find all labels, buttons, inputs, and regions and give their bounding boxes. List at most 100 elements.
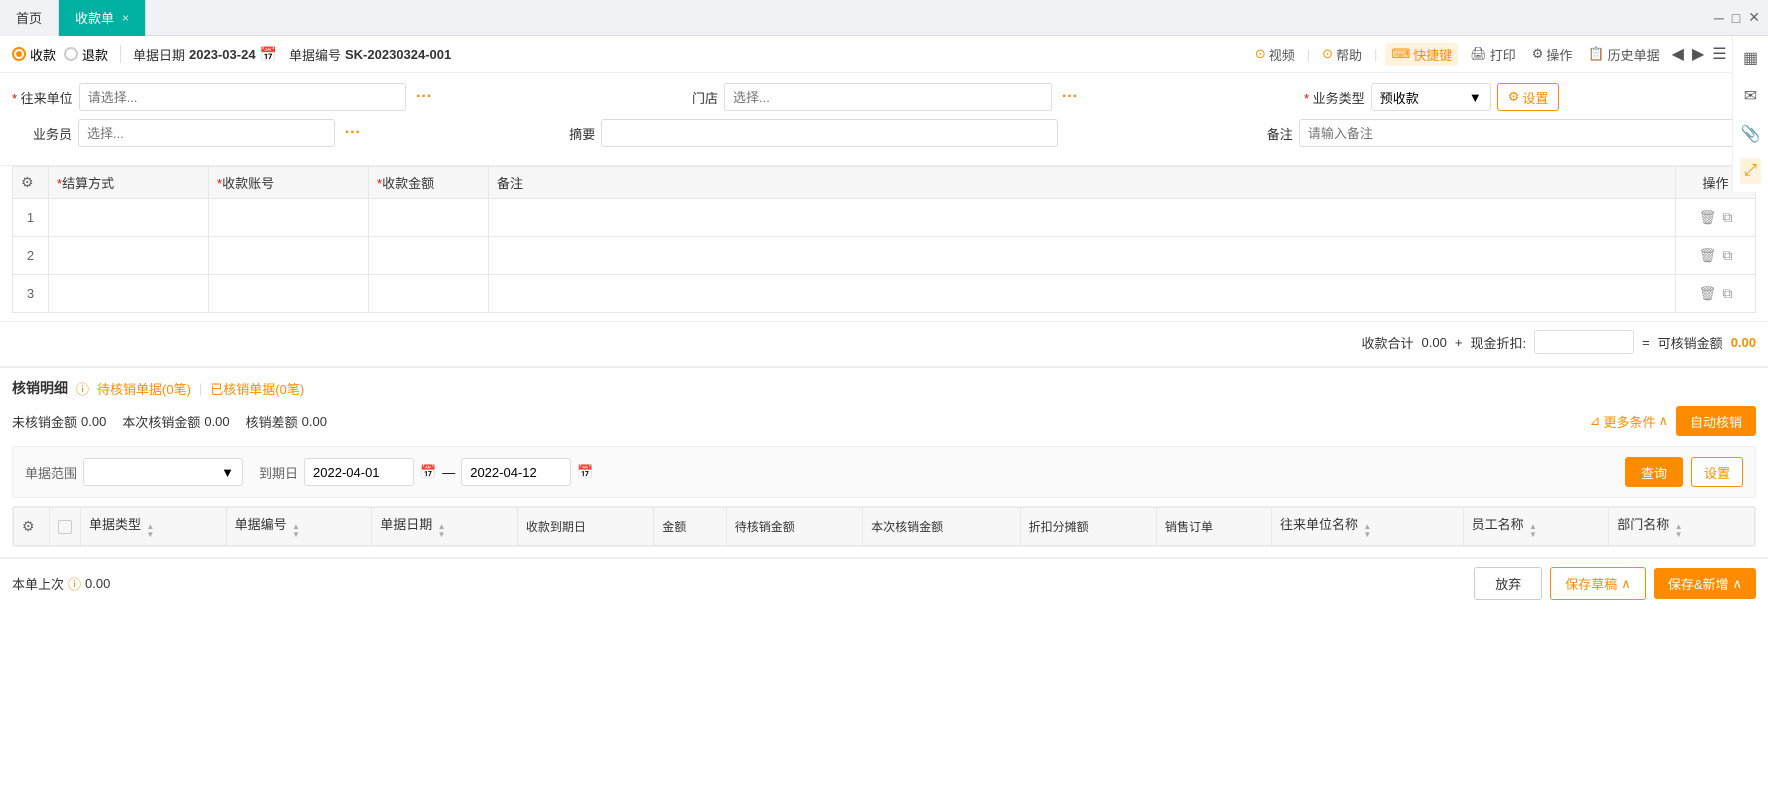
bt-select-all-checkbox[interactable] xyxy=(58,520,72,534)
calendar-to-icon[interactable]: 📅 xyxy=(577,464,593,480)
remark-input[interactable] xyxy=(1299,119,1756,147)
window-close[interactable]: ✕ xyxy=(1748,9,1760,26)
row-1-remark[interactable] xyxy=(489,199,1676,237)
bt-checkbox-header xyxy=(50,508,81,546)
done-tab[interactable]: 已核销单据(0笔) xyxy=(210,379,304,398)
counterpart-input[interactable] xyxy=(79,83,406,111)
window-minimize[interactable]: ─ xyxy=(1714,10,1724,26)
date-field: 单据日期 2023-03-24 📅 xyxy=(133,45,277,64)
more-conditions-btn[interactable]: ⊿ 更多条件 ∧ xyxy=(1590,412,1668,431)
filter-settings-button[interactable]: 设置 xyxy=(1691,457,1743,487)
salesperson-ellipsis[interactable]: ··· xyxy=(345,124,361,142)
dept-sort[interactable]: ▲▼ xyxy=(1675,523,1683,539)
save-draft-button[interactable]: 保存草稿 ∧ xyxy=(1550,567,1646,600)
history-label: 历史单据 xyxy=(1608,45,1660,64)
diff-stat: 核销差额 0.00 xyxy=(246,412,327,431)
row-3-remark[interactable] xyxy=(489,275,1676,313)
shop-input[interactable] xyxy=(724,83,1052,111)
window-maximize[interactable]: □ xyxy=(1732,10,1740,26)
row-1-account[interactable] xyxy=(209,199,369,237)
shop-ellipsis[interactable]: ··· xyxy=(1062,88,1078,106)
uncancelled-stat: 未核销金额 0.00 xyxy=(12,412,106,431)
row-2-delete-icon[interactable]: 🗑 xyxy=(1699,247,1717,264)
row-3-settle[interactable] xyxy=(49,275,209,313)
print-btn[interactable]: 🖨 打印 xyxy=(1466,43,1520,66)
rp-expand-icon[interactable]: ⤢ xyxy=(1740,158,1761,184)
business-type-arrow: ▼ xyxy=(1469,90,1482,105)
row-3-amount[interactable] xyxy=(369,275,489,313)
print-label: 打印 xyxy=(1490,45,1516,64)
sum-value: 0.00 xyxy=(1422,335,1447,350)
row-1-settle[interactable] xyxy=(49,199,209,237)
counterpart-ellipsis[interactable]: ··· xyxy=(416,88,432,106)
shortcut-btn[interactable]: ⌨ 快捷键 xyxy=(1385,43,1458,66)
hx-info-icon[interactable]: ⓘ xyxy=(76,379,89,398)
form-row-1: 往来单位 ··· 门店 ··· 业务类型 xyxy=(12,83,1756,111)
table-gear-icon[interactable]: ⚙ xyxy=(21,174,34,190)
pending-tab[interactable]: 待核销单据(0笔) xyxy=(97,379,191,398)
auto-hx-button[interactable]: 自动核销 xyxy=(1676,406,1756,436)
refund-radio[interactable]: 退款 xyxy=(64,45,108,64)
tab-home-label: 首页 xyxy=(16,8,42,27)
help-btn[interactable]: ⊙ 帮助 xyxy=(1318,43,1366,66)
rp-mail-icon[interactable]: ✉ xyxy=(1740,82,1761,110)
row-2-remark[interactable] xyxy=(489,237,1676,275)
row-3-delete-icon[interactable]: 🗑 xyxy=(1699,285,1717,302)
save-draft-label: 保存草稿 xyxy=(1565,574,1617,593)
window-controls: ─ □ ✕ xyxy=(1714,9,1768,26)
bt-gear-icon[interactable]: ⚙ xyxy=(22,518,35,534)
tab-receipt[interactable]: 收款单 × xyxy=(59,0,146,36)
query-button[interactable]: 查询 xyxy=(1625,457,1683,487)
due-date-to-input[interactable] xyxy=(461,458,571,486)
discard-button[interactable]: 放弃 xyxy=(1474,567,1542,600)
operate-btn[interactable]: ⚙ 操作 xyxy=(1528,43,1577,66)
tab-home[interactable]: 首页 xyxy=(0,0,59,36)
receivable-value: 0.00 xyxy=(1731,335,1756,350)
more-conditions-arrow: ∧ xyxy=(1658,413,1668,429)
video-label: 视频 xyxy=(1269,45,1295,64)
history-btn[interactable]: 📋 历史单据 xyxy=(1584,43,1663,66)
nav-next-icon[interactable]: ▶ xyxy=(1692,44,1704,64)
rp-clip-icon[interactable]: 📎 xyxy=(1737,120,1765,148)
doc-date-sort[interactable]: ▲▼ xyxy=(438,523,446,539)
discount-input[interactable] xyxy=(1534,330,1634,354)
row-3-copy-icon[interactable]: ⧉ xyxy=(1722,285,1732,302)
video-icon: ⊙ xyxy=(1255,46,1266,62)
video-btn[interactable]: ⊙ 视频 xyxy=(1251,43,1299,66)
save-new-arrow: ∧ xyxy=(1732,576,1742,592)
row-1-amount[interactable] xyxy=(369,199,489,237)
row-1-delete-icon[interactable]: 🗑 xyxy=(1699,209,1717,226)
salesperson-input[interactable] xyxy=(78,119,335,147)
row-2-account[interactable] xyxy=(209,237,369,275)
row-1-copy-icon[interactable]: ⧉ xyxy=(1722,209,1732,226)
receipt-radio[interactable]: 收款 xyxy=(12,45,56,64)
doc-type-sort[interactable]: ▲▼ xyxy=(146,523,154,539)
business-type-field: 业务类型 预收款 ▼ ⚙ 设置 xyxy=(1304,83,1756,111)
discount-label: 现金折扣: xyxy=(1470,333,1526,352)
nav-prev-icon[interactable]: ◀ xyxy=(1672,44,1684,64)
bottom-stat-info-icon[interactable]: ⓘ xyxy=(68,574,81,593)
row-3-account[interactable] xyxy=(209,275,369,313)
save-new-button[interactable]: 保存&新增 ∧ xyxy=(1654,568,1756,599)
counterpart-sort[interactable]: ▲▼ xyxy=(1363,523,1371,539)
doc-num-sort[interactable]: ▲▼ xyxy=(292,523,300,539)
layout-list-icon[interactable]: ☰ xyxy=(1712,44,1726,64)
row-2-settle[interactable] xyxy=(49,237,209,275)
row-3-actions: 🗑 ⧉ xyxy=(1676,275,1756,313)
calendar-from-icon[interactable]: 📅 xyxy=(420,464,436,480)
salesperson-label: 业务员 xyxy=(12,124,72,143)
tab-receipt-close[interactable]: × xyxy=(122,11,129,25)
summary-label: 摘要 xyxy=(535,124,595,143)
summary-input[interactable] xyxy=(601,119,1058,147)
toolbar-right: ⊙ 视频 | ⊙ 帮助 | ⌨ 快捷键 🖨 打印 ⚙ xyxy=(1251,42,1756,66)
range-select[interactable]: ▼ xyxy=(83,458,243,486)
calendar-icon[interactable]: 📅 xyxy=(260,46,277,63)
row-2-copy-icon[interactable]: ⧉ xyxy=(1722,247,1732,264)
business-type-select[interactable]: 预收款 ▼ xyxy=(1371,83,1491,111)
rp-table-icon[interactable]: ▦ xyxy=(1739,44,1762,72)
row-2-amount[interactable] xyxy=(369,237,489,275)
receipt-radio-label: 收款 xyxy=(30,45,56,64)
employee-sort[interactable]: ▲▼ xyxy=(1529,523,1537,539)
settings-button[interactable]: ⚙ 设置 xyxy=(1497,83,1560,111)
due-date-from-input[interactable] xyxy=(304,458,414,486)
